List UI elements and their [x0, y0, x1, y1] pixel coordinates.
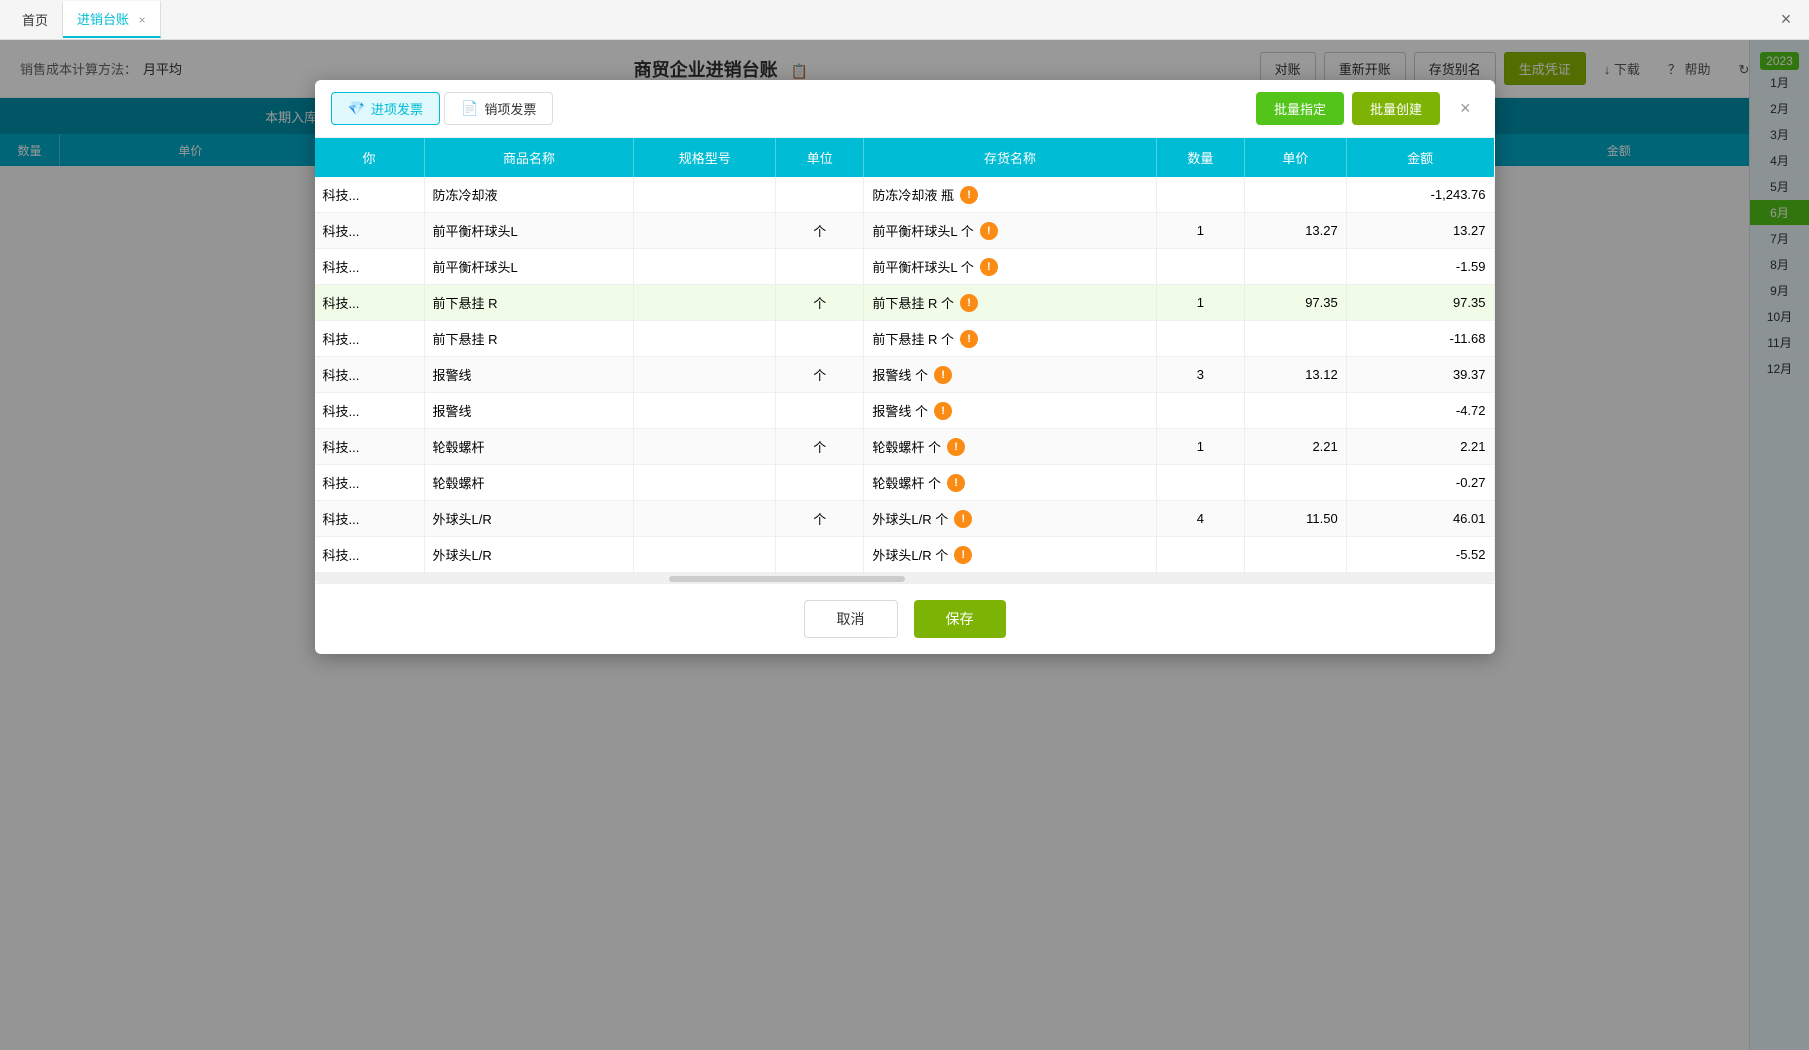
invoice-table: 你 商品名称 规格型号 单位 存货名称 数量 单价 金额 科技...防冻冷却液防…: [315, 138, 1495, 573]
inventory-name: 轮毂螺杆 个: [872, 473, 941, 492]
inventory-name: 外球头L/R 个: [872, 509, 948, 528]
outgoing-invoice-icon: 📄: [461, 100, 478, 117]
table-header-row: 你 商品名称 规格型号 单位 存货名称 数量 单价 金额: [315, 138, 1495, 177]
inventory-name: 外球头L/R 个: [872, 545, 948, 564]
inventory-name: 前平衡杆球头L 个: [872, 257, 973, 276]
modal-table-wrapper[interactable]: 你 商品名称 规格型号 单位 存货名称 数量 单价 金额 科技...防冻冷却液防…: [315, 138, 1495, 573]
table-row: 科技...外球头L/R个外球头L/R 个!411.5046.01: [315, 501, 1495, 537]
warning-icon: !: [980, 222, 998, 240]
warning-icon: !: [934, 366, 952, 384]
table-row: 科技...报警线个报警线 个!313.1239.37: [315, 357, 1495, 393]
table-body: 科技...防冻冷却液防冻冷却液 瓶!-1,243.76科技...前平衡杆球头L个…: [315, 177, 1495, 573]
warning-icon: !: [947, 474, 965, 492]
warning-icon: !: [954, 546, 972, 564]
table-row: 科技...前下悬挂 R个前下悬挂 R 个!197.3597.35: [315, 285, 1495, 321]
batch-create-button[interactable]: 批量创建: [1352, 92, 1440, 125]
nav-ledger-label: 进销台账: [77, 12, 129, 27]
table-row: 科技...轮毂螺杆个轮毂螺杆 个!12.212.21: [315, 429, 1495, 465]
warning-icon: !: [980, 258, 998, 276]
table-row: 科技...外球头L/R外球头L/R 个!-5.52: [315, 537, 1495, 573]
th-company: 你: [315, 138, 425, 177]
th-inventory-name: 存货名称: [864, 138, 1156, 177]
batch-assign-button[interactable]: 批量指定: [1256, 92, 1344, 125]
save-button[interactable]: 保存: [914, 600, 1006, 638]
incoming-invoice-icon: 💎: [348, 100, 365, 117]
table-row: 科技...防冻冷却液防冻冷却液 瓶!-1,243.76: [315, 177, 1495, 213]
table-row: 科技...前下悬挂 R前下悬挂 R 个!-11.68: [315, 321, 1495, 357]
modal-scrollbar-thumb: [669, 576, 905, 582]
tab-incoming-invoice[interactable]: 💎 进项发票: [331, 92, 440, 125]
inventory-name: 报警线 个: [872, 365, 928, 384]
warning-icon: !: [960, 294, 978, 312]
th-spec: 规格型号: [634, 138, 776, 177]
modal-header-actions: 批量指定 批量创建: [1256, 92, 1440, 125]
tab-outgoing-invoice[interactable]: 📄 销项发票: [444, 92, 553, 125]
modal-footer: 取消 保存: [315, 583, 1495, 654]
warning-icon: !: [954, 510, 972, 528]
modal-close-button[interactable]: ×: [1452, 94, 1479, 123]
modal-tabs: 💎 进项发票 📄 销项发票: [331, 92, 1244, 125]
outgoing-invoice-label: 销项发票: [484, 99, 536, 118]
top-nav: 首页 进销台账 × ×: [0, 0, 1809, 40]
table-row: 科技...轮毂螺杆轮毂螺杆 个!-0.27: [315, 465, 1495, 501]
nav-tab-home[interactable]: 首页: [8, 2, 63, 37]
inventory-name: 前下悬挂 R 个: [872, 293, 954, 312]
modal-header: 💎 进项发票 📄 销项发票 批量指定 批量创建 ×: [315, 80, 1495, 138]
th-amount: 金额: [1346, 138, 1494, 177]
nav-tab-ledger[interactable]: 进销台账 ×: [63, 1, 161, 38]
th-product-name: 商品名称: [424, 138, 634, 177]
warning-icon: !: [934, 402, 952, 420]
inventory-name: 前下悬挂 R 个: [872, 329, 954, 348]
warning-icon: !: [960, 186, 978, 204]
table-row: 科技...前平衡杆球头L个前平衡杆球头L 个!113.2713.27: [315, 213, 1495, 249]
modal-backdrop: 💎 进项发票 📄 销项发票 批量指定 批量创建 ×: [0, 40, 1809, 1050]
window-close-icon: ×: [1781, 9, 1792, 30]
modal-dialog: 💎 进项发票 📄 销项发票 批量指定 批量创建 ×: [315, 80, 1495, 654]
cancel-button[interactable]: 取消: [804, 600, 898, 638]
warning-icon: !: [960, 330, 978, 348]
modal-scrollbar[interactable]: [315, 573, 1495, 583]
incoming-invoice-label: 进项发票: [371, 99, 423, 118]
table-row: 科技...报警线报警线 个!-4.72: [315, 393, 1495, 429]
window-close-button[interactable]: ×: [1771, 5, 1801, 35]
inventory-name: 报警线 个: [872, 401, 928, 420]
inventory-name: 前平衡杆球头L 个: [872, 221, 973, 240]
nav-tab-close-icon[interactable]: ×: [139, 13, 146, 27]
nav-home-label: 首页: [22, 13, 48, 28]
th-quantity: 数量: [1156, 138, 1244, 177]
table-row: 科技...前平衡杆球头L前平衡杆球头L 个!-1.59: [315, 249, 1495, 285]
main-area: 销售成本计算方法： 月平均 商贸企业进销台账 📋 对账 重新开账 存货别名 生成…: [0, 40, 1809, 1050]
th-unit-price: 单价: [1245, 138, 1347, 177]
inventory-name: 轮毂螺杆 个: [872, 437, 941, 456]
inventory-name: 防冻冷却液 瓶: [872, 185, 954, 204]
warning-icon: !: [947, 438, 965, 456]
th-unit: 单位: [776, 138, 864, 177]
